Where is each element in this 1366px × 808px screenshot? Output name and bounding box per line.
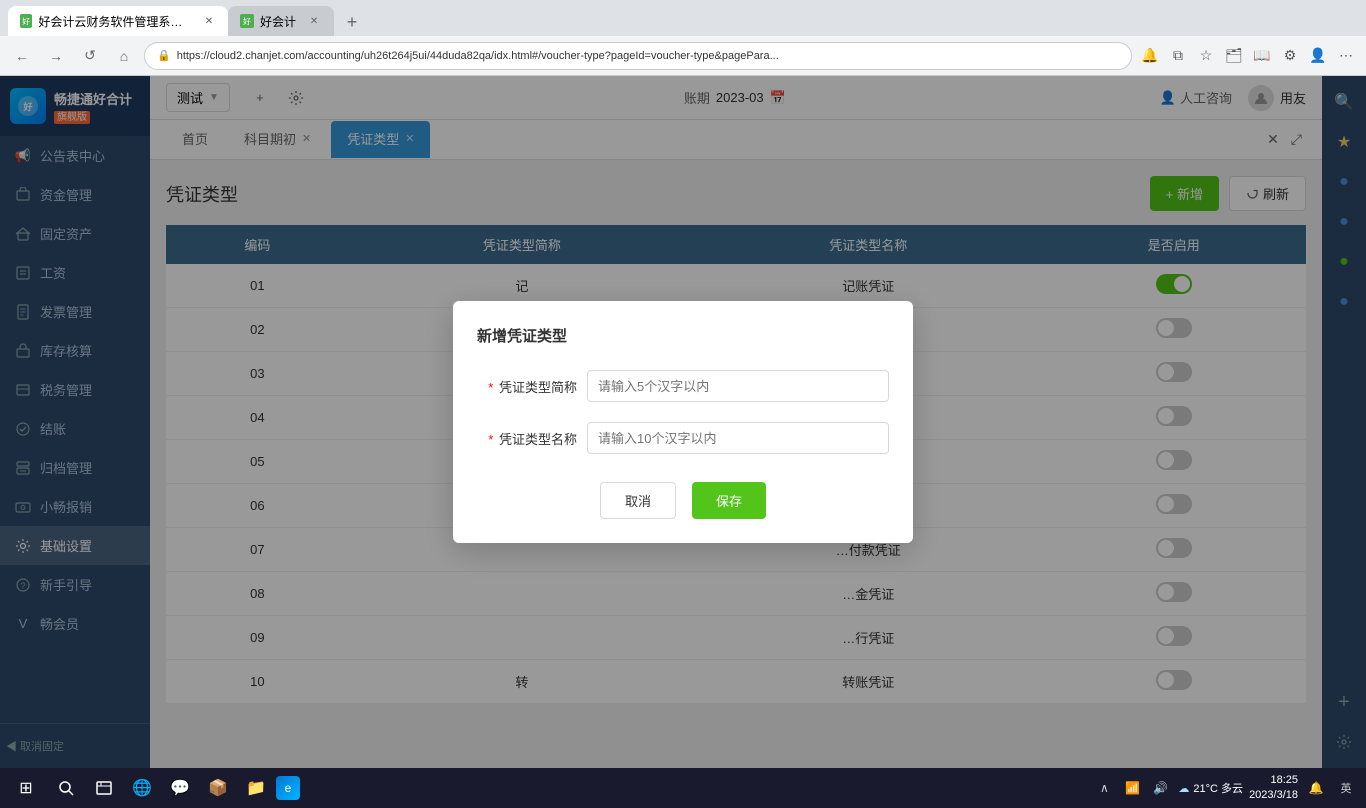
more-btn[interactable]: ⋯	[1334, 44, 1358, 68]
name-input[interactable]	[587, 422, 889, 454]
favorites-btn[interactable]: ☆	[1194, 44, 1218, 68]
taskbar-wechat-btn[interactable]: 💬	[162, 770, 198, 806]
taskbar: ⊞ 🌐 💬 📦 📁 e ∧ 📶 🔊 ☁ 21°C 多云 18:25 2023/3…	[0, 768, 1366, 808]
extensions-btn[interactable]: ⧉	[1166, 44, 1190, 68]
abbr-required-mark: *	[488, 380, 493, 395]
abbr-label: * 凭证类型简称	[477, 377, 587, 396]
notifications-btn[interactable]: 🔔	[1138, 44, 1162, 68]
save-button[interactable]: 保存	[692, 482, 766, 519]
taskbar-network-icon[interactable]: 📶	[1120, 776, 1144, 800]
url-input[interactable]: 🔒 https://cloud2.chanjet.com/accounting/…	[144, 42, 1132, 70]
tab-label-1: 好会计云财务软件管理系统_会计	[38, 13, 192, 30]
new-tab-button[interactable]: +	[338, 8, 366, 36]
modal-title: 新增凭证类型	[477, 325, 889, 346]
url-text: https://cloud2.chanjet.com/accounting/uh…	[177, 50, 779, 62]
taskbar-weather[interactable]: ☁ 21°C 多云	[1178, 780, 1243, 796]
settings-btn[interactable]: ⚙	[1278, 44, 1302, 68]
notification-icon[interactable]: 🔔	[1304, 776, 1328, 800]
form-row-abbr: * 凭证类型简称	[477, 370, 889, 402]
taskbar-right: ∧ 📶 🔊 ☁ 21°C 多云 18:25 2023/3/18 🔔 英	[1092, 773, 1358, 804]
reading-mode-btn[interactable]: 📖	[1250, 44, 1274, 68]
taskbar-edge-btn[interactable]: e	[276, 776, 300, 800]
modal-footer: 取消 保存	[477, 482, 889, 519]
home-button[interactable]: ⌂	[110, 42, 138, 70]
modal-overlay: 新增凭证类型 * 凭证类型简称 * 凭证类型名称 取消 保存	[0, 76, 1366, 768]
date-display: 2023/3/18	[1249, 788, 1298, 803]
taskbar-volume-icon[interactable]: 🔊	[1148, 776, 1172, 800]
name-label: * 凭证类型名称	[477, 429, 587, 448]
forward-button[interactable]: →	[42, 42, 70, 70]
browser-tab-2[interactable]: 好 好会计 ✕	[228, 6, 334, 36]
taskbar-expand-icon[interactable]: ∧	[1092, 776, 1116, 800]
taskbar-store-btn[interactable]: 📦	[200, 770, 236, 806]
taskbar-lang-btn[interactable]: 英	[1334, 776, 1358, 800]
tab-label-2: 好会计	[260, 13, 296, 30]
collections-btn[interactable]: 🗂	[1222, 44, 1246, 68]
back-button[interactable]: ←	[8, 42, 36, 70]
add-voucher-type-modal: 新增凭证类型 * 凭证类型简称 * 凭证类型名称 取消 保存	[453, 301, 913, 543]
tab-close-2[interactable]: ✕	[306, 13, 322, 29]
browser-tab-1[interactable]: 好 好会计云财务软件管理系统_会计 ✕	[8, 6, 228, 36]
reload-button[interactable]: ↺	[76, 42, 104, 70]
taskbar-chrome-btn[interactable]: 🌐	[124, 770, 160, 806]
address-bar: ← → ↺ ⌂ 🔒 https://cloud2.chanjet.com/acc…	[0, 36, 1366, 76]
tab-close-1[interactable]: ✕	[202, 13, 216, 29]
tab-favicon-2: 好	[240, 14, 254, 28]
taskbar-files-btn[interactable]	[86, 770, 122, 806]
weather-text: 21°C 多云	[1193, 780, 1243, 796]
taskbar-system-icons: ∧ 📶 🔊	[1092, 776, 1172, 800]
taskbar-time[interactable]: 18:25 2023/3/18	[1249, 773, 1298, 804]
start-button[interactable]: ⊞	[8, 770, 44, 806]
browser-tab-bar: 好 好会计云财务软件管理系统_会计 ✕ 好 好会计 ✕ +	[0, 0, 1366, 36]
time-display: 18:25	[1249, 773, 1298, 788]
abbr-input[interactable]	[587, 370, 889, 402]
taskbar-folder-btn[interactable]: 📁	[238, 770, 274, 806]
taskbar-search-btn[interactable]	[48, 770, 84, 806]
form-row-name: * 凭证类型名称	[477, 422, 889, 454]
profile-btn[interactable]: 👤	[1306, 44, 1330, 68]
browser-actions: 🔔 ⧉ ☆ 🗂 📖 ⚙ 👤 ⋯	[1138, 44, 1358, 68]
cancel-button[interactable]: 取消	[600, 482, 676, 519]
taskbar-apps: 🌐 💬 📦 📁 e	[48, 770, 300, 806]
name-required-mark: *	[488, 432, 493, 447]
tab-favicon-1: 好	[20, 14, 32, 28]
